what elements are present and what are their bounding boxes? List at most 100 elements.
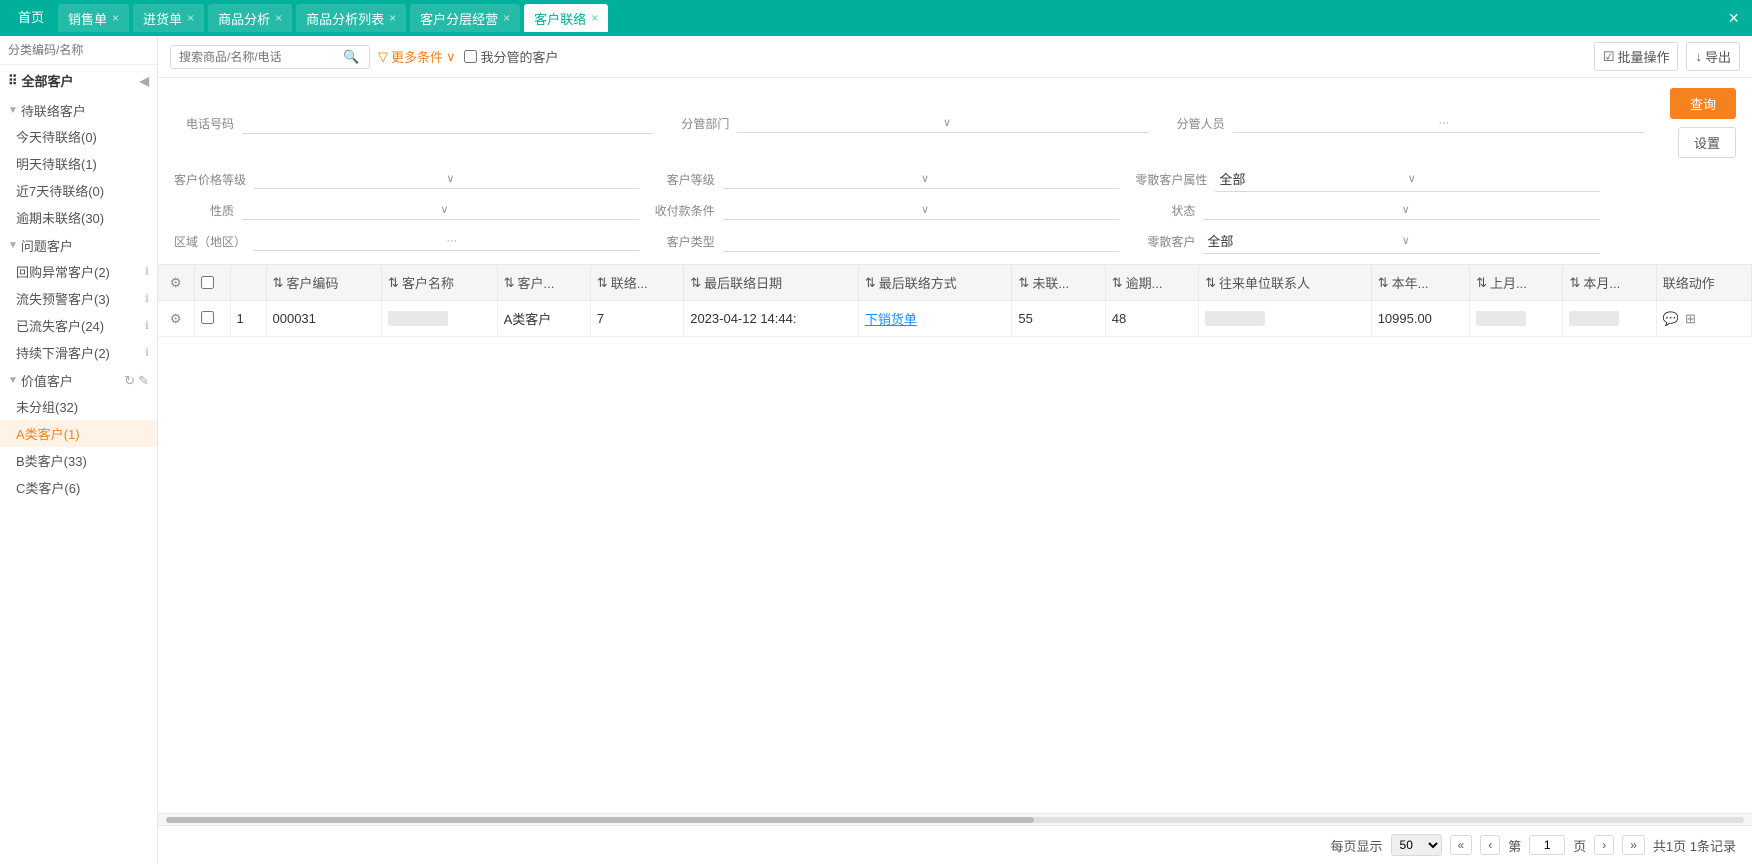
sort-icon-type[interactable]: ⇅ xyxy=(504,275,515,291)
tab-purchase[interactable]: 进货单 × xyxy=(133,4,204,32)
sort-icon-last-method[interactable]: ⇅ xyxy=(865,275,876,291)
filter-region-select[interactable]: ··· xyxy=(254,232,639,251)
filter-retail-select[interactable]: 全部 ∨ xyxy=(1203,228,1600,254)
query-button[interactable]: 查询 xyxy=(1670,88,1736,119)
sort-icon-last-date[interactable]: ⇅ xyxy=(690,275,701,291)
scroll-thumb[interactable] xyxy=(166,817,1034,823)
first-page-button[interactable]: « xyxy=(1450,835,1473,855)
filter-phone-label: 电话号码 xyxy=(174,115,234,132)
sidebar-item-tomorrow-label: 明天待联络(1) xyxy=(16,154,97,173)
chevron-dept-icon: ∨ xyxy=(943,116,1145,129)
gear-icon[interactable]: ⚙ xyxy=(170,275,182,291)
sort-icon-this-year[interactable]: ⇅ xyxy=(1378,275,1389,291)
all-customers-header[interactable]: ⠿ 全部客户 ◀ xyxy=(0,65,157,96)
row-name-blurred: Ea xyxy=(388,311,448,326)
window-close-button[interactable]: × xyxy=(1723,8,1744,29)
filter-nature-select[interactable]: ∨ xyxy=(242,200,639,220)
horizontal-scrollbar[interactable] xyxy=(158,813,1752,825)
collapse-icon[interactable]: ◀ xyxy=(140,74,149,88)
th-action-label: 联络动作 xyxy=(1663,273,1715,292)
sidebar-item-7day-contact[interactable]: 近7天待联络(0) xyxy=(0,177,157,204)
sort-icon-this-month[interactable]: ⇅ xyxy=(1569,275,1580,291)
tab-product-analysis-close[interactable]: × xyxy=(275,11,282,25)
filter-phone-input[interactable] xyxy=(242,113,653,134)
edit-icon[interactable]: ✎ xyxy=(138,373,149,389)
sidebar-item-churned[interactable]: 已流失客户(24) ℹ xyxy=(0,312,157,339)
sort-icon-name[interactable]: ⇅ xyxy=(388,275,399,291)
tab-sales-close[interactable]: × xyxy=(112,11,119,25)
filter-nature-label: 性质 xyxy=(174,202,234,219)
tab-customer-tier-close[interactable]: × xyxy=(503,11,510,25)
sort-icon-overdue[interactable]: ⇅ xyxy=(1112,275,1123,291)
sidebar-item-today-contact[interactable]: 今天待联络(0) xyxy=(0,123,157,150)
all-customers-label: 全部客户 xyxy=(22,71,74,90)
tab-customer-contact[interactable]: 客户联络 × xyxy=(524,4,608,32)
tab-product-analysis[interactable]: 商品分析 × xyxy=(208,4,292,32)
last-page-button[interactable]: » xyxy=(1622,835,1645,855)
info-icon-2: ℹ xyxy=(145,292,149,305)
tab-customer-tier-label: 客户分层经营 xyxy=(420,9,498,28)
tab-customer-tier[interactable]: 客户分层经营 × xyxy=(410,4,520,32)
more-filters-button[interactable]: ▽ 更多条件 ∨ xyxy=(378,47,456,66)
current-page-input[interactable] xyxy=(1529,835,1565,855)
th-overdue: ⇅ 逾期... xyxy=(1105,265,1198,301)
problem-customers-section[interactable]: ▼ 问题客户 xyxy=(0,231,157,258)
sort-icon-unit[interactable]: ⇅ xyxy=(1205,275,1216,291)
sidebar-item-a-class[interactable]: A类客户(1) xyxy=(0,420,157,447)
sidebar-item-overdue-contact[interactable]: 逾期未联络(30) xyxy=(0,204,157,231)
sidebar-item-b-class[interactable]: B类客户(33) xyxy=(0,447,157,474)
tab-product-analysis-list-close[interactable]: × xyxy=(389,11,396,25)
chat-icon[interactable]: 💬 xyxy=(1663,311,1679,327)
sidebar-item-tomorrow-contact[interactable]: 明天待联络(1) xyxy=(0,150,157,177)
batch-ops-button[interactable]: ☑ 批量操作 xyxy=(1594,42,1679,71)
filter-status-select[interactable]: ∨ xyxy=(1203,200,1600,220)
sort-icon-last-month[interactable]: ⇅ xyxy=(1476,275,1487,291)
filter-retail-attr-select[interactable]: 全部 ∨ xyxy=(1215,166,1600,192)
qr-icon[interactable]: ⊞ xyxy=(1685,311,1696,327)
td-code[interactable]: 000031 xyxy=(266,301,382,337)
tab-purchase-close[interactable]: × xyxy=(187,11,194,25)
export-button[interactable]: ↓ 导出 xyxy=(1686,42,1740,71)
nav-home[interactable]: 首页 xyxy=(8,0,54,36)
per-page-select[interactable]: 50 100 200 xyxy=(1391,834,1442,856)
sidebar-item-repurchase-abnormal[interactable]: 回购异常客户(2) ℹ xyxy=(0,258,157,285)
tab-sales[interactable]: 销售单 × xyxy=(58,4,129,32)
filter-search-input[interactable] xyxy=(179,50,339,64)
sort-icon-contact[interactable]: ⇅ xyxy=(597,275,608,291)
scroll-track[interactable] xyxy=(166,817,1744,823)
refresh-icon[interactable]: ↻ xyxy=(124,373,135,389)
th-last-date-label: 最后联络日期 xyxy=(704,273,782,292)
row-gear-icon[interactable]: ⚙ xyxy=(170,311,182,327)
sidebar-item-c-class[interactable]: C类客户(6) xyxy=(0,474,157,501)
filter-person-select[interactable]: ··· xyxy=(1233,114,1644,133)
filter-dept-select[interactable]: ∨ xyxy=(737,113,1148,133)
my-customers-checkbox[interactable]: 我分管的客户 xyxy=(464,47,559,66)
tab-customer-contact-close[interactable]: × xyxy=(591,11,598,25)
tab-customer-contact-label: 客户联络 xyxy=(534,9,586,28)
pending-contact-section[interactable]: ▼ 待联络客户 xyxy=(0,96,157,123)
next-page-button[interactable]: › xyxy=(1594,835,1614,855)
filter-customer-tier-select[interactable]: ∨ xyxy=(723,169,1120,189)
sort-icon-code[interactable]: ⇅ xyxy=(273,275,284,291)
td-this-year: 10995.00 xyxy=(1371,301,1469,337)
th-action: 联络动作 xyxy=(1656,265,1751,301)
row-last-method[interactable]: 下销货单 xyxy=(865,312,917,327)
prev-page-button[interactable]: ‹ xyxy=(1480,835,1500,855)
sidebar-item-ungrouped[interactable]: 未分组(32) xyxy=(0,393,157,420)
sidebar-item-a-class-label: A类客户(1) xyxy=(16,424,80,443)
filter-search-box[interactable]: 🔍 xyxy=(170,45,370,69)
sidebar-item-churn-warning[interactable]: 流失预警客户(3) ℹ xyxy=(0,285,157,312)
filter-customer-type-input[interactable] xyxy=(723,231,1120,252)
sidebar-search-input[interactable] xyxy=(8,43,158,57)
sort-icon-no-contact[interactable]: ⇅ xyxy=(1018,275,1029,291)
select-all-checkbox[interactable] xyxy=(201,276,214,289)
sidebar-item-declining[interactable]: 持续下滑客户(2) ℹ xyxy=(0,339,157,366)
row-checkbox[interactable] xyxy=(201,311,214,324)
settings-button[interactable]: 设置 xyxy=(1678,127,1736,158)
value-customers-section[interactable]: ▼ 价值客户 ↻ ✎ xyxy=(0,366,157,393)
tab-product-analysis-list[interactable]: 商品分析列表 × xyxy=(296,4,406,32)
td-name[interactable]: Ea xyxy=(382,301,498,337)
my-customers-check[interactable] xyxy=(464,50,477,63)
filter-price-tier-select[interactable]: ∨ xyxy=(254,169,639,189)
filter-payment-select[interactable]: ∨ xyxy=(723,200,1120,220)
